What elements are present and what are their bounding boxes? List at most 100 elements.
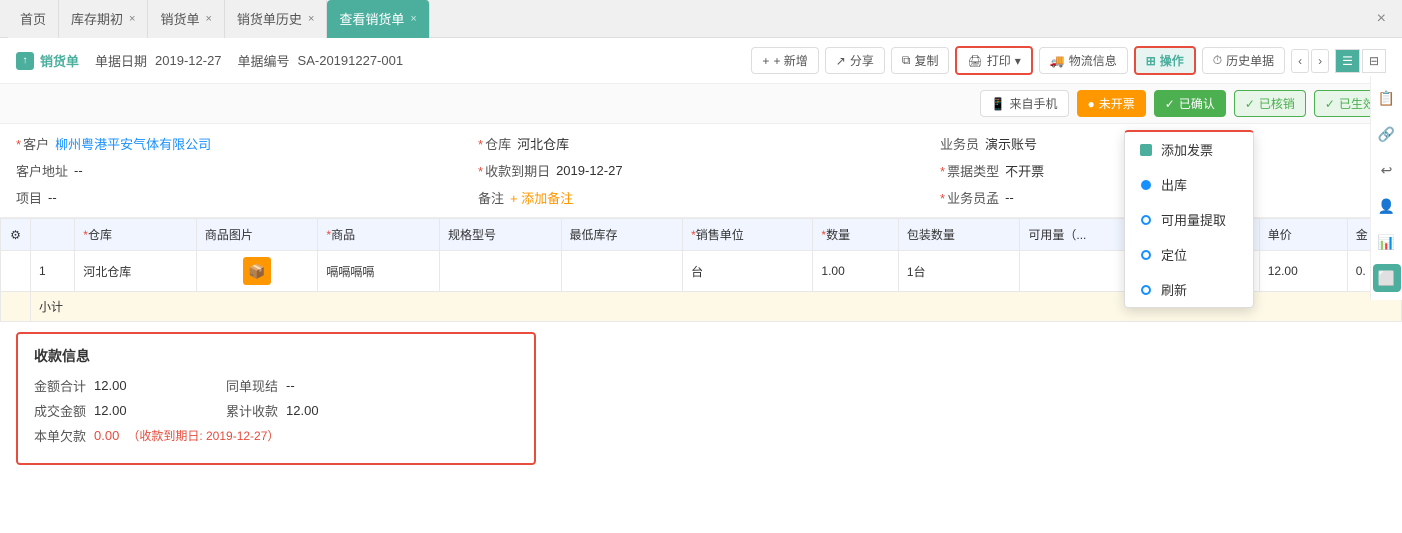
due-date-field: 收款到期日 2019-12-27 bbox=[478, 161, 924, 180]
customer-label: 客户 bbox=[16, 134, 49, 153]
sidebar-icon-2[interactable]: 🔗 bbox=[1373, 120, 1401, 148]
outbound-icon bbox=[1139, 178, 1153, 192]
nav-arrows: ‹ › bbox=[1291, 49, 1329, 73]
dot-icon: ● bbox=[1088, 97, 1095, 111]
prev-button[interactable]: ‹ bbox=[1291, 49, 1309, 73]
sidebar-icon-5[interactable]: 📊 bbox=[1373, 228, 1401, 256]
cell-settings[interactable] bbox=[1, 251, 31, 292]
summary-row-2: 成交金额 12.00 累计收款 12.00 bbox=[34, 401, 518, 420]
history-button[interactable]: ⏱ 历史单据 bbox=[1202, 47, 1285, 74]
cumulative-value: 12.00 bbox=[286, 403, 319, 418]
doc-header: ↑ 销货单 单据日期 2019-12-27 单据编号 SA-20191227-0… bbox=[0, 38, 1402, 84]
col-pack-qty: 包装数量 bbox=[898, 219, 1020, 251]
new-icon: + bbox=[762, 54, 769, 68]
doc-type-icon: ↑ bbox=[16, 52, 34, 70]
not-opened-button[interactable]: ● 未开票 bbox=[1077, 90, 1146, 117]
operation-button[interactable]: ⊞ 操作 bbox=[1134, 46, 1196, 75]
staff-value: 演示账号 bbox=[985, 134, 1037, 153]
action-row: 📱 来自手机 ● 未开票 ✓ 已确认 ✓ 已核销 ✓ 已生效 bbox=[0, 84, 1402, 124]
tab-sales-history-label: 销货单历史 bbox=[237, 9, 302, 28]
from-phone-button[interactable]: 📱 来自手机 bbox=[980, 90, 1069, 117]
tab-view-sales-close[interactable]: × bbox=[410, 13, 416, 25]
warehouse-field: 仓库 河北仓库 bbox=[478, 134, 924, 153]
tab-inventory-init[interactable]: 库存期初 × bbox=[59, 0, 148, 38]
doc-title: ↑ 销货单 bbox=[16, 51, 79, 70]
dropdown-add-invoice[interactable]: 添加发票 bbox=[1125, 132, 1253, 167]
due-note: （收款到期日: 2019-12-27） bbox=[127, 427, 279, 444]
total-label: 金额合计 bbox=[34, 376, 86, 395]
summary-row-1: 金额合计 12.00 同单现结 -- bbox=[34, 376, 518, 395]
balance-value: 0.00 bbox=[94, 428, 119, 443]
dropdown-location[interactable]: 定位 bbox=[1125, 237, 1253, 272]
history-icon: ⏱ bbox=[1213, 53, 1222, 68]
tab-inventory-init-close[interactable]: × bbox=[129, 13, 135, 25]
toolbar: + + 新增 ↗ 分享 ⧉ 复制 🖨 打印 ▾ 🚚 物流信息 ⊞ bbox=[751, 46, 1386, 75]
col-rownum bbox=[31, 219, 75, 251]
view-grid-button[interactable]: ⊟ bbox=[1362, 49, 1386, 73]
product-img-icon: 📦 bbox=[248, 263, 265, 280]
dropdown-refresh[interactable]: 刷新 bbox=[1125, 272, 1253, 307]
location-icon bbox=[1139, 248, 1153, 262]
staff-label: 业务员 bbox=[940, 134, 979, 153]
col-spec: 规格型号 bbox=[439, 219, 561, 251]
tab-sales-history-close[interactable]: × bbox=[308, 13, 314, 25]
tab-view-sales[interactable]: 查看销货单 × bbox=[327, 0, 429, 38]
transaction-value: 12.00 bbox=[94, 403, 127, 418]
print-button[interactable]: 🖨 打印 ▾ bbox=[955, 46, 1032, 75]
ticket-type-label: 票据类型 bbox=[940, 161, 999, 180]
refresh-label: 刷新 bbox=[1161, 280, 1187, 299]
tab-sales-order[interactable]: 销货单 × bbox=[148, 0, 224, 38]
cell-product: 嗝嗝嗝嗝 bbox=[318, 251, 440, 292]
warehouse-value: 河北仓库 bbox=[517, 134, 569, 153]
new-button[interactable]: + + 新增 bbox=[751, 47, 818, 74]
sidebar-icon-1[interactable]: 📋 bbox=[1373, 84, 1401, 112]
view-list-button[interactable]: ☰ bbox=[1335, 49, 1360, 73]
sidebar-icon-3[interactable]: ↩ bbox=[1373, 156, 1401, 184]
share-icon: ↗ bbox=[836, 54, 846, 68]
window-close-button[interactable]: × bbox=[1369, 10, 1394, 28]
cell-warehouse: 河北仓库 bbox=[75, 251, 197, 292]
available-qty-label: 可用量提取 bbox=[1161, 210, 1226, 229]
col-min-stock: 最低库存 bbox=[561, 219, 683, 251]
tab-sales-history[interactable]: 销货单历史 × bbox=[225, 0, 327, 38]
next-button[interactable]: › bbox=[1311, 49, 1329, 73]
cell-product-img: 📦 bbox=[196, 251, 318, 292]
dropdown-available-qty[interactable]: 可用量提取 bbox=[1125, 202, 1253, 237]
tab-view-sales-label: 查看销货单 bbox=[339, 9, 404, 28]
col-quantity: *数量 bbox=[813, 219, 898, 251]
tab-home[interactable]: 首页 bbox=[8, 0, 59, 38]
print-icon: 🖨 bbox=[967, 54, 982, 68]
col-settings[interactable]: ⚙ bbox=[1, 219, 31, 251]
doc-type-label: 销货单 bbox=[40, 51, 79, 70]
customer-value[interactable]: 柳州粤港平安气体有限公司 bbox=[55, 134, 211, 153]
due-date-label: 收款到期日 bbox=[478, 161, 550, 180]
copy-button[interactable]: ⧉ 复制 bbox=[891, 47, 950, 74]
confirm-button[interactable]: ✓ 已确认 bbox=[1154, 90, 1226, 117]
balance-label: 本单欠款 bbox=[34, 426, 86, 445]
summary-box: 收款信息 金额合计 12.00 同单现结 -- 成交金额 12.00 累计收款 … bbox=[16, 332, 536, 465]
main-content: ↑ 销货单 单据日期 2019-12-27 单据编号 SA-20191227-0… bbox=[0, 38, 1402, 533]
col-unit-price: 单价 bbox=[1259, 219, 1347, 251]
cell-quantity: 1.00 bbox=[813, 251, 898, 292]
effective-icon: ✓ bbox=[1325, 97, 1335, 111]
add-note-button[interactable]: 添加备注 bbox=[510, 188, 573, 207]
cell-rownum: 1 bbox=[31, 251, 75, 292]
dropdown-outbound[interactable]: 出库 bbox=[1125, 167, 1253, 202]
balance-field: 本单欠款 0.00 （收款到期日: 2019-12-27） bbox=[34, 426, 279, 445]
truck-icon: 🚚 bbox=[1050, 54, 1065, 68]
warehouse-label: 仓库 bbox=[478, 134, 511, 153]
add-invoice-icon bbox=[1139, 143, 1153, 157]
doc-no-label: 单据编号 SA-20191227-001 bbox=[238, 51, 404, 70]
sidebar-icon-6[interactable]: ⬜ bbox=[1373, 264, 1401, 292]
sidebar-icon-4[interactable]: 👤 bbox=[1373, 192, 1401, 220]
cumulative-label: 累计收款 bbox=[226, 401, 278, 420]
transaction-field: 成交金额 12.00 bbox=[34, 401, 194, 420]
col-warehouse: *仓库 bbox=[75, 219, 197, 251]
note-field: 备注 添加备注 bbox=[478, 188, 924, 207]
share-button[interactable]: ↗ 分享 bbox=[825, 47, 885, 74]
address-field: 客户地址 -- bbox=[16, 161, 462, 180]
logistics-button[interactable]: 🚚 物流信息 bbox=[1039, 47, 1128, 74]
copy-icon: ⧉ bbox=[902, 53, 911, 68]
col-product: *商品 bbox=[318, 219, 440, 251]
tab-sales-order-close[interactable]: × bbox=[205, 13, 211, 25]
